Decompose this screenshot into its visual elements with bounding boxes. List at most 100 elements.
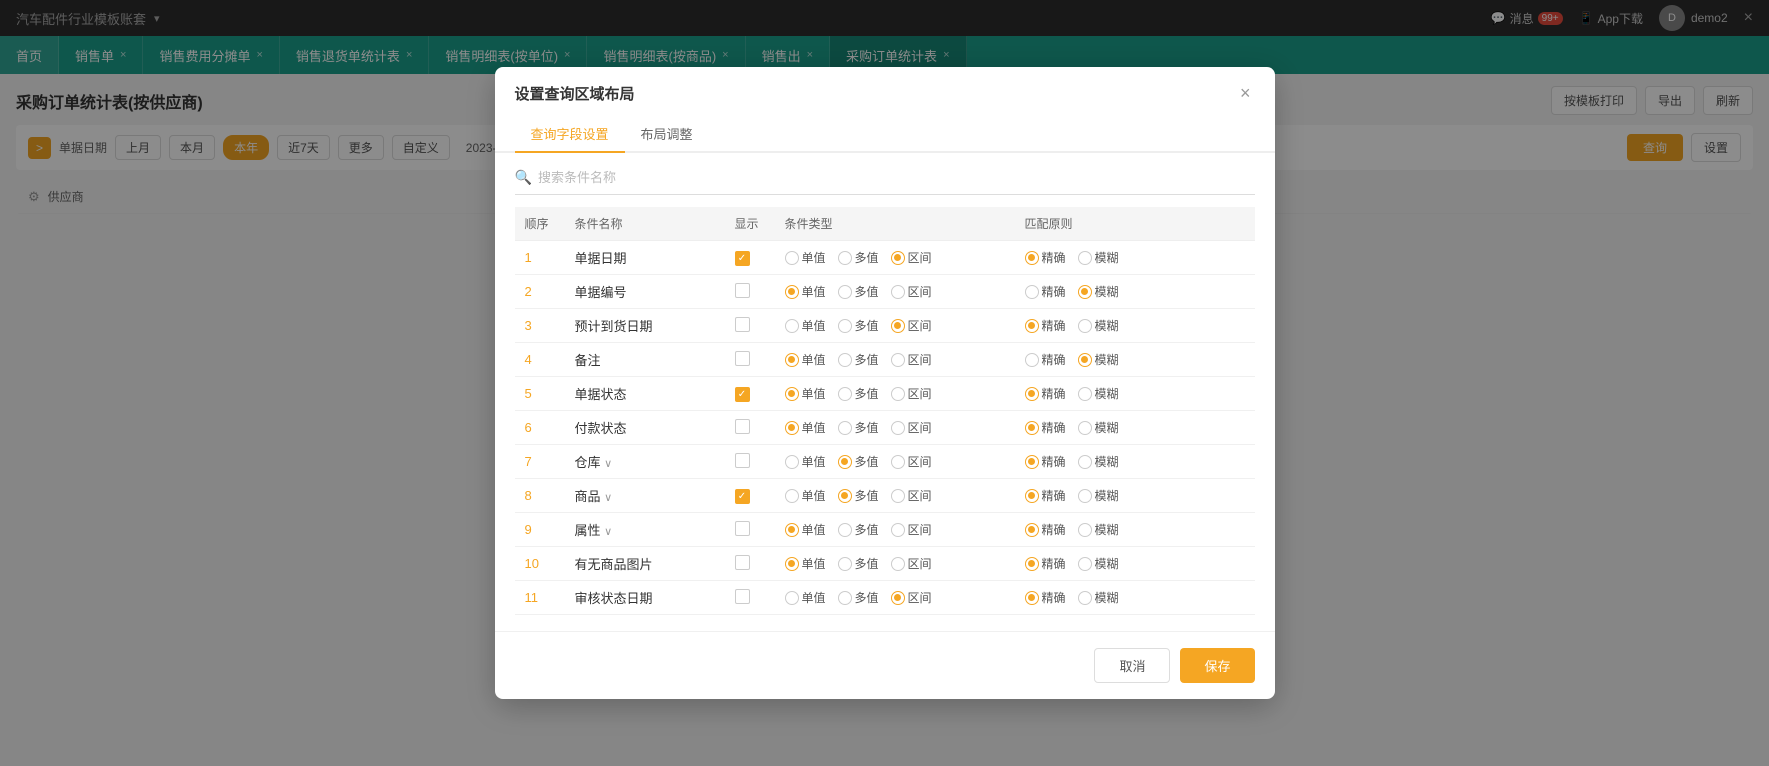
th-name: 条件名称 — [565, 207, 725, 241]
radio-模糊[interactable]: 模糊 — [1078, 283, 1119, 300]
tab-query-fields[interactable]: 查询字段设置 — [515, 116, 625, 153]
table-row: 7仓库 ∨ 单值 多值 区间 精确 模糊 — [515, 445, 1255, 479]
radio-多值[interactable]: 多值 — [838, 487, 879, 504]
display-checkbox[interactable] — [735, 351, 750, 366]
radio-精确[interactable]: 精确 — [1025, 555, 1066, 572]
tab-layout-adjust[interactable]: 布局调整 — [625, 116, 709, 153]
radio-精确[interactable]: 精确 — [1025, 283, 1066, 300]
radio-精确[interactable]: 精确 — [1025, 317, 1066, 334]
radio-多值[interactable]: 多值 — [838, 249, 879, 266]
radio-精确[interactable]: 精确 — [1025, 249, 1066, 266]
radio-多值[interactable]: 多值 — [838, 317, 879, 334]
radio-区间[interactable]: 区间 — [891, 351, 932, 368]
radio-模糊[interactable]: 模糊 — [1078, 487, 1119, 504]
display-cell[interactable] — [725, 275, 775, 309]
display-cell[interactable] — [725, 445, 775, 479]
radio-模糊[interactable]: 模糊 — [1078, 419, 1119, 436]
display-checkbox[interactable] — [735, 317, 750, 332]
type-cell: 单值 多值 区间 — [775, 377, 1015, 411]
display-checkbox[interactable] — [735, 489, 750, 504]
radio-精确[interactable]: 精确 — [1025, 419, 1066, 436]
radio-模糊[interactable]: 模糊 — [1078, 351, 1119, 368]
table-row: 11审核状态日期 单值 多值 区间 精确 模糊 — [515, 581, 1255, 615]
table-row: 8商品 ∨ 单值 多值 区间 精确 模糊 — [515, 479, 1255, 513]
display-cell[interactable] — [725, 343, 775, 377]
radio-精确[interactable]: 精确 — [1025, 521, 1066, 538]
radio-单值[interactable]: 单值 — [785, 283, 826, 300]
radio-模糊[interactable]: 模糊 — [1078, 385, 1119, 402]
radio-单值[interactable]: 单值 — [785, 351, 826, 368]
display-checkbox[interactable] — [735, 251, 750, 266]
match-cell: 精确 模糊 — [1015, 377, 1255, 411]
radio-区间[interactable]: 区间 — [891, 385, 932, 402]
save-button[interactable]: 保存 — [1180, 648, 1254, 683]
radio-单值[interactable]: 单值 — [785, 589, 826, 606]
radio-多值[interactable]: 多值 — [838, 521, 879, 538]
radio-模糊[interactable]: 模糊 — [1078, 555, 1119, 572]
radio-多值[interactable]: 多值 — [838, 351, 879, 368]
radio-精确[interactable]: 精确 — [1025, 385, 1066, 402]
radio-区间[interactable]: 区间 — [891, 487, 932, 504]
radio-精确[interactable]: 精确 — [1025, 351, 1066, 368]
radio-多值[interactable]: 多值 — [838, 589, 879, 606]
display-checkbox[interactable] — [735, 555, 750, 570]
table-row: 6付款状态 单值 多值 区间 精确 模糊 — [515, 411, 1255, 445]
seq-cell: 8 — [515, 479, 565, 513]
radio-多值[interactable]: 多值 — [838, 385, 879, 402]
display-checkbox[interactable] — [735, 283, 750, 298]
radio-单值[interactable]: 单值 — [785, 453, 826, 470]
display-cell[interactable] — [725, 241, 775, 275]
radio-多值[interactable]: 多值 — [838, 555, 879, 572]
conditions-table: 顺序 条件名称 显示 条件类型 匹配原则 1单据日期 单值 多值 区间 精确 — [515, 207, 1255, 615]
cancel-button[interactable]: 取消 — [1094, 648, 1170, 683]
display-checkbox[interactable] — [735, 521, 750, 536]
radio-区间[interactable]: 区间 — [891, 521, 932, 538]
radio-区间[interactable]: 区间 — [891, 283, 932, 300]
radio-模糊[interactable]: 模糊 — [1078, 453, 1119, 470]
radio-精确[interactable]: 精确 — [1025, 589, 1066, 606]
display-cell[interactable] — [725, 581, 775, 615]
radio-区间[interactable]: 区间 — [891, 555, 932, 572]
radio-单值[interactable]: 单值 — [785, 521, 826, 538]
radio-单值[interactable]: 单值 — [785, 385, 826, 402]
radio-单值[interactable]: 单值 — [785, 555, 826, 572]
display-cell[interactable] — [725, 309, 775, 343]
radio-单值[interactable]: 单值 — [785, 419, 826, 436]
radio-区间[interactable]: 区间 — [891, 317, 932, 334]
radio-模糊[interactable]: 模糊 — [1078, 317, 1119, 334]
radio-单值[interactable]: 单值 — [785, 487, 826, 504]
radio-精确[interactable]: 精确 — [1025, 487, 1066, 504]
display-cell[interactable] — [725, 411, 775, 445]
display-checkbox[interactable] — [735, 387, 750, 402]
radio-多值[interactable]: 多值 — [838, 419, 879, 436]
radio-区间[interactable]: 区间 — [891, 249, 932, 266]
dialog-close-button[interactable]: × — [1236, 83, 1255, 104]
display-checkbox[interactable] — [735, 419, 750, 434]
radio-模糊[interactable]: 模糊 — [1078, 249, 1119, 266]
dialog-title: 设置查询区域布局 — [515, 83, 635, 104]
radio-区间[interactable]: 区间 — [891, 453, 932, 470]
display-checkbox[interactable] — [735, 453, 750, 468]
display-checkbox[interactable] — [735, 589, 750, 604]
name-cell: 审核状态日期 — [565, 581, 725, 615]
radio-模糊[interactable]: 模糊 — [1078, 589, 1119, 606]
radio-多值[interactable]: 多值 — [838, 283, 879, 300]
name-cell: 单据编号 — [565, 275, 725, 309]
radio-多值[interactable]: 多值 — [838, 453, 879, 470]
radio-区间[interactable]: 区间 — [891, 419, 932, 436]
seq-cell: 10 — [515, 547, 565, 581]
display-cell[interactable] — [725, 377, 775, 411]
display-cell[interactable] — [725, 547, 775, 581]
radio-模糊[interactable]: 模糊 — [1078, 521, 1119, 538]
match-cell: 精确 模糊 — [1015, 479, 1255, 513]
display-cell[interactable] — [725, 479, 775, 513]
display-cell[interactable] — [725, 513, 775, 547]
radio-区间[interactable]: 区间 — [891, 589, 932, 606]
radio-精确[interactable]: 精确 — [1025, 453, 1066, 470]
expand-icon: ∨ — [604, 458, 612, 470]
search-icon: 🔍 — [515, 169, 532, 186]
radio-单值[interactable]: 单值 — [785, 317, 826, 334]
radio-单值[interactable]: 单值 — [785, 249, 826, 266]
search-input[interactable] — [538, 170, 1255, 185]
type-cell: 单值 多值 区间 — [775, 275, 1015, 309]
